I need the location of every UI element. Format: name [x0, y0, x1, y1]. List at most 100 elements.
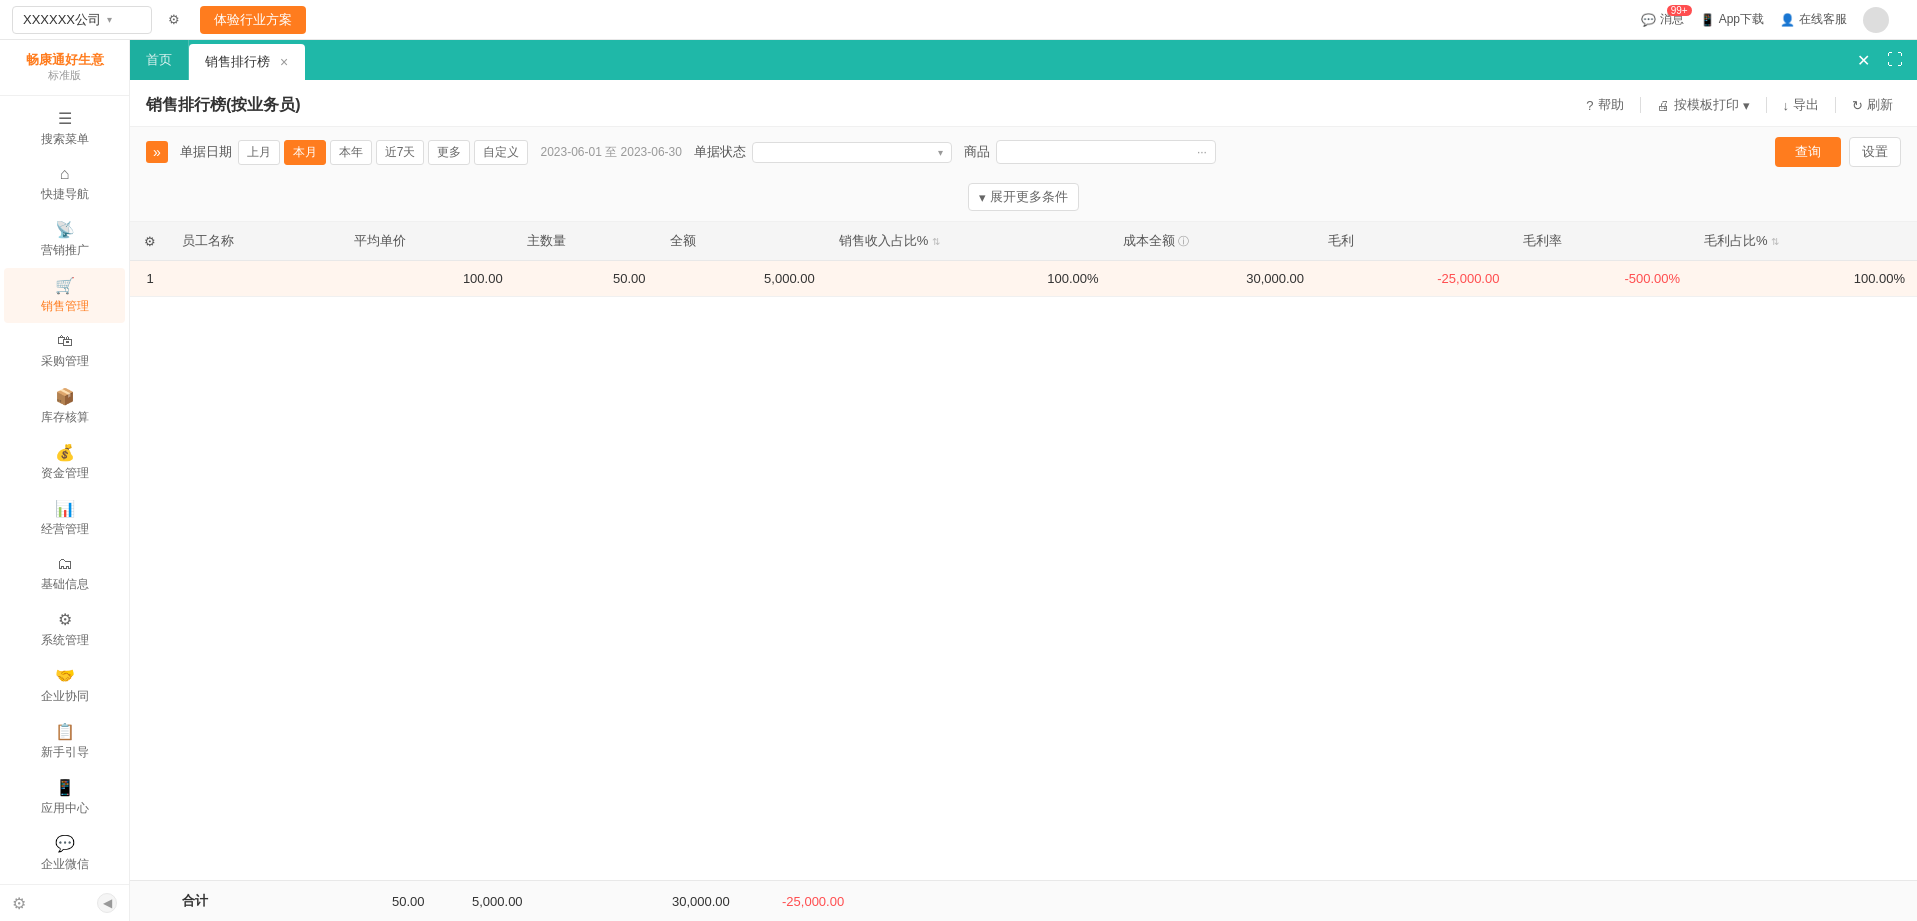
print-icon: 🖨 [1657, 98, 1670, 113]
filter-toggle[interactable]: » [146, 141, 168, 163]
chevron-down-icon: ▾ [107, 14, 112, 25]
app-download-btn[interactable]: 📱 App下载 [1700, 11, 1764, 28]
td-cost: 30,000.00 [1111, 261, 1317, 297]
td-gross-pct: 100.00% [1692, 261, 1917, 297]
sidebar-item-sales-mgmt[interactable]: 🛒 销售管理 [4, 268, 125, 323]
footer-amount: 5,000.00 [460, 881, 550, 921]
th-settings[interactable]: ⚙ [130, 222, 170, 261]
cost-info-icon[interactable]: ⓘ [1178, 235, 1189, 247]
settings-filter-btn[interactable]: 设置 [1849, 137, 1901, 167]
date-btn-custom[interactable]: 自定义 [474, 140, 528, 165]
company-name: XXXXXX公司 [23, 11, 101, 29]
home-icon: ⌂ [60, 165, 70, 183]
sidebar-item-label: 经营管理 [41, 521, 89, 538]
tab-sales-rank[interactable]: 销售排行榜 × [189, 44, 305, 80]
app-center-icon: 📱 [55, 778, 75, 797]
sidebar-item-marketing[interactable]: 📡 营销推广 [4, 212, 125, 267]
logo-subtitle: 标准版 [48, 68, 81, 83]
page-title: 销售排行榜(按业务员) [146, 95, 301, 116]
message-btn[interactable]: 💬 消息 99+ [1641, 11, 1684, 28]
online-service-btn[interactable]: 👤 在线客服 [1780, 11, 1847, 28]
goods-more-icon[interactable]: ··· [1197, 145, 1207, 159]
content-area: 首页 销售排行榜 × ✕ ⛶ 销售排行榜(按业务员) ? 帮助 [130, 40, 1917, 921]
export-icon: ↓ [1783, 98, 1790, 113]
sidebar-item-system-mgmt[interactable]: ⚙ 系统管理 [4, 602, 125, 657]
footer-total-label: 合计 [170, 881, 290, 921]
sidebar-item-enterprise-wx[interactable]: 💬 企业微信 [4, 826, 125, 881]
sidebar-item-app-center[interactable]: 📱 应用中心 [4, 770, 125, 825]
sales-icon: 🛒 [55, 276, 75, 295]
date-btn-this-month[interactable]: 本月 [284, 140, 326, 165]
search-order-icon: ☰ [58, 109, 72, 128]
sidebar-items: ☰ 搜索菜单 ⌂ 快捷导航 📡 营销推广 🛒 销售管理 🛍 采购管理 📦 库 [0, 96, 129, 884]
sidebar-item-label: 企业协同 [41, 688, 89, 705]
filter-status-item: 单据状态 ▾ [694, 142, 952, 163]
status-select[interactable]: ▾ [752, 142, 952, 163]
tab-home[interactable]: 首页 [130, 40, 189, 80]
th-sales-pct: 销售收入占比% ⇅ [827, 222, 1111, 261]
purchase-icon: 🛍 [57, 332, 73, 350]
print-btn[interactable]: 🖨 按模板打印 ▾ [1649, 92, 1758, 118]
top-bar-right: 💬 消息 99+ 📱 App下载 👤 在线客服 [1641, 7, 1905, 33]
goods-label: 商品 [964, 143, 990, 161]
footer-gross-pct [970, 881, 1060, 921]
divider3 [1835, 97, 1836, 113]
inventory-icon: 📦 [55, 387, 75, 406]
enterprise-wx-icon: 💬 [55, 834, 75, 853]
sidebar-item-quick-nav[interactable]: ⌂ 快捷导航 [4, 157, 125, 211]
sales-pct-sort-icon[interactable]: ⇅ [932, 236, 940, 247]
company-selector[interactable]: XXXXXX公司 ▾ [12, 6, 152, 34]
toggle-icon[interactable]: » [146, 141, 168, 163]
td-gross-rate: -500.00% [1511, 261, 1692, 297]
refresh-label: 刷新 [1867, 96, 1893, 114]
expand-btn[interactable]: ▾ 展开更多条件 [968, 183, 1079, 211]
divider1 [1640, 97, 1641, 113]
tab-home-label: 首页 [146, 51, 172, 69]
query-btn[interactable]: 查询 [1775, 137, 1841, 167]
sidebar-item-inventory[interactable]: 📦 库存核算 [4, 379, 125, 434]
tab-fullscreen-btn[interactable]: ⛶ [1881, 46, 1909, 74]
tab-close-btn[interactable]: ✕ [1849, 46, 1877, 74]
date-btn-7days[interactable]: 近7天 [376, 140, 425, 165]
sidebar-item-finance[interactable]: 💰 资金管理 [4, 435, 125, 490]
column-settings-icon[interactable]: ⚙ [144, 234, 156, 249]
sidebar-item-base-info[interactable]: 🗂 基础信息 [4, 547, 125, 601]
operations-icon: 📊 [55, 499, 75, 518]
sidebar-item-label: 新手引导 [41, 744, 89, 761]
main-layout: 畅康通好生意 标准版 ☰ 搜索菜单 ⌂ 快捷导航 📡 营销推广 🛒 销售管理 [0, 40, 1917, 921]
avatar [1863, 7, 1889, 33]
collapse-sidebar-btn[interactable]: ◀ [97, 893, 117, 913]
tab-close-icon[interactable]: × [280, 54, 288, 70]
gross-pct-sort-icon[interactable]: ⇅ [1771, 236, 1779, 247]
data-table: ⚙ 员工名称 平均单价 主数量 全额 销售收入占比% ⇅ 成本全额 [130, 222, 1917, 297]
date-btn-last-month[interactable]: 上月 [238, 140, 280, 165]
date-btn-this-year[interactable]: 本年 [330, 140, 372, 165]
sidebar-item-enterprise-coop[interactable]: 🤝 企业协同 [4, 658, 125, 713]
footer-avg-price [290, 881, 380, 921]
sidebar-bottom: ⚙ ◀ [0, 884, 129, 921]
td-name [170, 261, 342, 297]
refresh-btn[interactable]: ↻ 刷新 [1844, 92, 1901, 118]
help-label: 帮助 [1598, 96, 1624, 114]
filter-goods-item: 商品 ··· [964, 140, 1216, 164]
settings-bottom-icon[interactable]: ⚙ [12, 894, 26, 913]
sidebar-item-purchase-mgmt[interactable]: 🛍 采购管理 [4, 324, 125, 378]
tab-bar-right: ✕ ⛶ [1849, 46, 1917, 74]
settings-icon-btn[interactable]: ⚙ [160, 6, 188, 34]
sidebar-item-operations[interactable]: 📊 经营管理 [4, 491, 125, 546]
sidebar-item-label: 采购管理 [41, 353, 89, 370]
th-gross-rate: 毛利率 [1511, 222, 1692, 261]
sidebar-item-search-order[interactable]: ☰ 搜索菜单 [4, 101, 125, 156]
marketing-icon: 📡 [55, 220, 75, 239]
date-filter-label: 单据日期 [180, 143, 232, 161]
th-cost: 成本全额 ⓘ [1111, 222, 1317, 261]
date-range-btns: 上月 本月 本年 近7天 更多 自定义 [238, 140, 529, 165]
goods-input[interactable]: ··· [996, 140, 1216, 164]
export-btn[interactable]: ↓ 导出 [1775, 92, 1828, 118]
date-btn-more[interactable]: 更多 [428, 140, 470, 165]
trial-btn[interactable]: 体验行业方案 [200, 6, 306, 34]
sidebar-item-label: 资金管理 [41, 465, 89, 482]
help-btn[interactable]: ? 帮助 [1578, 92, 1631, 118]
sidebar-item-new-guide[interactable]: 📋 新手引导 [4, 714, 125, 769]
system-icon: ⚙ [58, 610, 72, 629]
